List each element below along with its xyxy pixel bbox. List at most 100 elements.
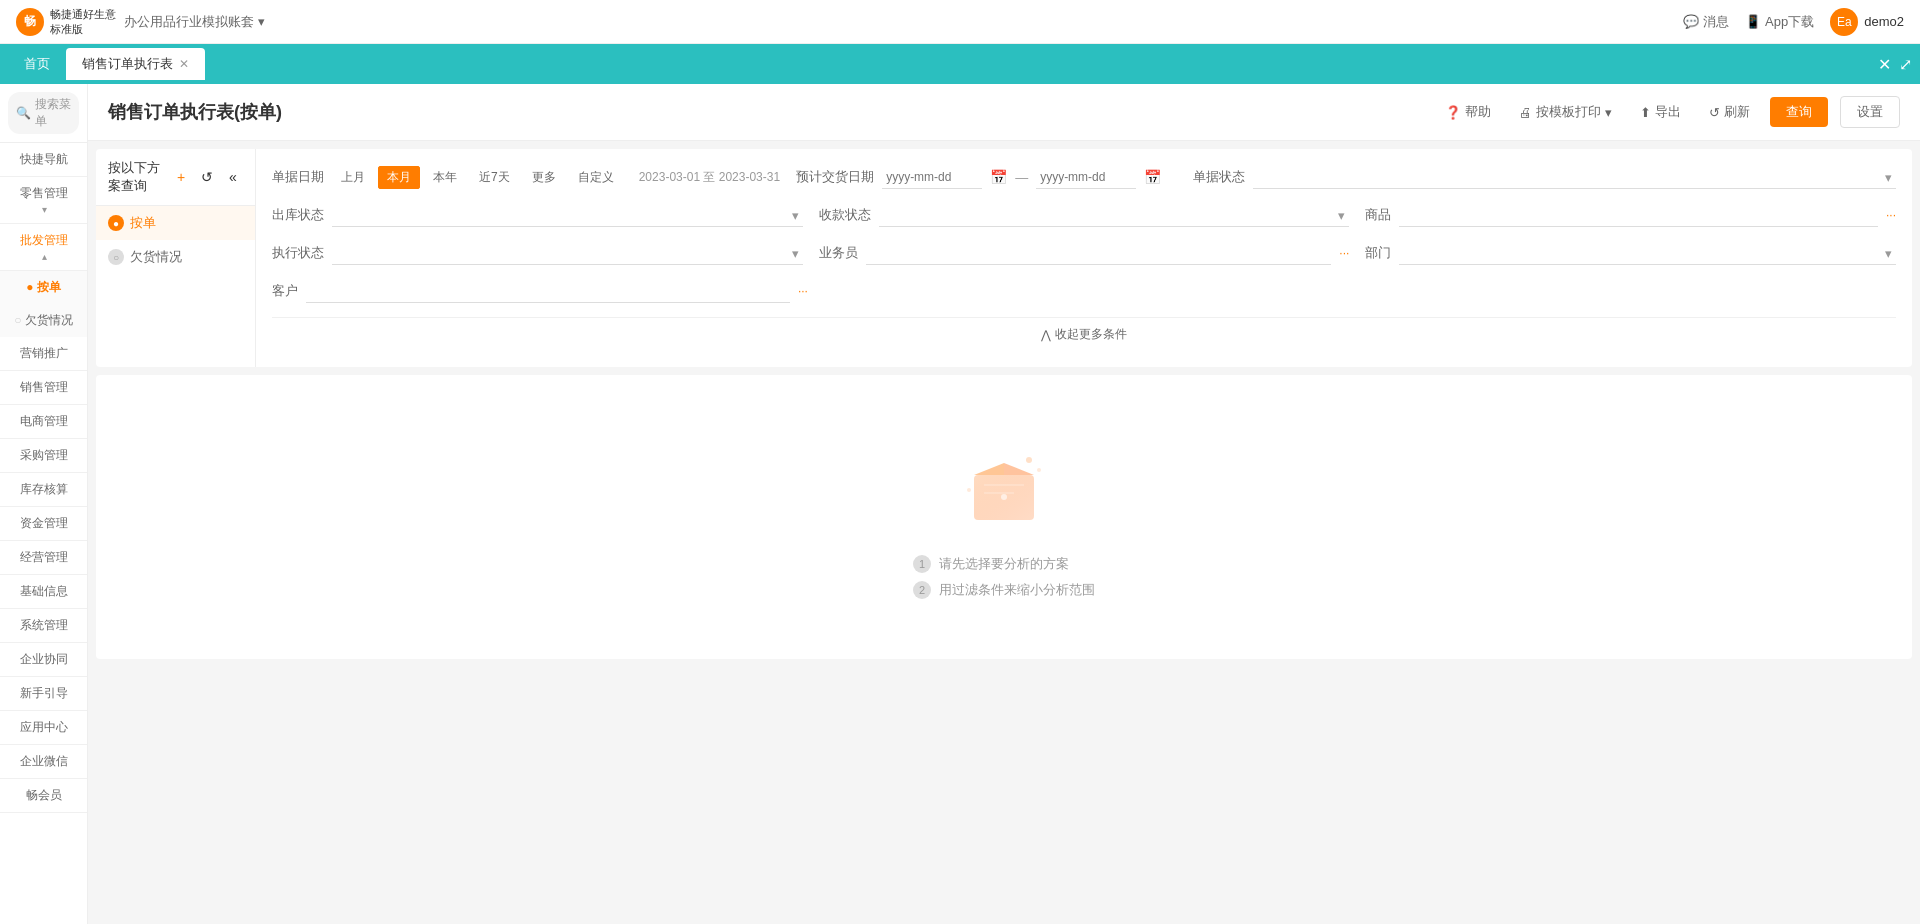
search-menu-button[interactable]: 🔍 搜索菜单: [8, 92, 79, 134]
expected-date-field: 预计交货日期 📅 — 📅: [796, 166, 1161, 189]
department-select[interactable]: [1399, 241, 1896, 265]
step-1-number: 1: [913, 555, 931, 573]
export-button[interactable]: ⬆ 导出: [1632, 99, 1689, 125]
date-separator: —: [1015, 170, 1028, 185]
salesperson-input[interactable]: [866, 241, 1332, 265]
department-field: 部门: [1365, 241, 1896, 265]
sidebar-item-basic[interactable]: 基础信息: [0, 575, 87, 609]
calendar-start-icon[interactable]: 📅: [990, 169, 1007, 185]
sidebar-item-sales[interactable]: 销售管理: [0, 371, 87, 405]
logo-icon: 畅: [16, 8, 44, 36]
sidebar-item-marketing[interactable]: 营销推广: [0, 337, 87, 371]
settings-button[interactable]: 设置: [1840, 96, 1900, 128]
sidebar-item-inventory[interactable]: 库存核算: [0, 473, 87, 507]
doc-status-field: 单据状态: [1193, 165, 1896, 189]
step-2-number: 2: [913, 581, 931, 599]
sidebar-item-wechat[interactable]: 企业微信: [0, 745, 87, 779]
scheme-by-order[interactable]: ● 按单: [96, 206, 255, 240]
date-option-last-month[interactable]: 上月: [332, 166, 374, 189]
sidebar-item-quick-nav[interactable]: 快捷导航: [0, 143, 87, 177]
goods-input[interactable]: [1399, 203, 1878, 227]
sidebar-item-purchase[interactable]: 采购管理: [0, 439, 87, 473]
goods-field: 商品 ···: [1365, 203, 1896, 227]
outbound-status-select[interactable]: [332, 203, 803, 227]
top-header: 畅 畅捷通好生意 标准版 办公用品行业模拟账套 ▾ 💬 消息 📱 App下载 E…: [0, 0, 1920, 44]
sidebar-item-appstore[interactable]: 应用中心: [0, 711, 87, 745]
date-option-this-year[interactable]: 本年: [424, 166, 466, 189]
export-icon: ⬆: [1640, 105, 1651, 120]
svg-point-3: [967, 488, 971, 492]
scheme-icon-active: ●: [108, 215, 124, 231]
window-close-icon[interactable]: ✕: [1878, 55, 1891, 74]
svg-point-2: [1037, 468, 1041, 472]
breadcrumb: 办公用品行业模拟账套 ▾: [124, 13, 265, 31]
svg-point-4: [1001, 494, 1007, 500]
header-left: 畅 畅捷通好生意 标准版 办公用品行业模拟账套 ▾: [16, 7, 265, 36]
customer-input[interactable]: [306, 279, 790, 303]
query-button[interactable]: 查询: [1770, 97, 1828, 127]
exec-status-select[interactable]: [332, 241, 803, 265]
date-option-this-month[interactable]: 本月: [378, 166, 420, 189]
help-icon: ❓: [1445, 105, 1461, 120]
user-area[interactable]: Ea demo2: [1830, 8, 1904, 36]
refresh-scheme-button[interactable]: ↺: [197, 167, 217, 187]
refresh-icon: ↺: [1709, 105, 1720, 120]
app-download-icon: 📱: [1745, 14, 1761, 29]
sidebar-sub-item-by-order[interactable]: ● 按单: [0, 271, 87, 304]
collapse-scheme-button[interactable]: «: [223, 167, 243, 187]
filter-sidebar-header: 按以下方案查询 + ↺ «: [96, 149, 255, 206]
collection-status-select[interactable]: [879, 203, 1350, 227]
goods-more-button[interactable]: ···: [1886, 208, 1896, 222]
sidebar-item-operation[interactable]: 经营管理: [0, 541, 87, 575]
sidebar: 🔍 搜索菜单 快捷导航 零售管理 ▾ 批发管理 ▴ ● 按单 ○ 欠货情况 营销…: [0, 84, 88, 924]
window-maximize-icon[interactable]: ⤢: [1899, 55, 1912, 74]
refresh-button[interactable]: ↺ 刷新: [1701, 99, 1758, 125]
salesperson-more-button[interactable]: ···: [1339, 246, 1349, 260]
outbound-status-field: 出库状态: [272, 203, 803, 227]
filter-row-2: 出库状态 收款状态: [272, 203, 1896, 227]
customer-field: 客户 ···: [272, 279, 808, 303]
expected-date-start-input[interactable]: [882, 166, 982, 189]
tab-bar: 首页 销售订单执行表 ✕ ✕ ⤢: [0, 44, 1920, 84]
filter-sidebar: 按以下方案查询 + ↺ « ● 按单 ○ 欠货情况: [96, 149, 256, 367]
empty-step-2: 2 用过滤条件来缩小分析范围: [913, 581, 1095, 599]
tab-home[interactable]: 首页: [8, 48, 66, 80]
print-arrow-icon: ▾: [1605, 105, 1612, 120]
scheme-debt-status[interactable]: ○ 欠货情况: [96, 240, 255, 274]
sidebar-item-wholesale[interactable]: 批发管理 ▴: [0, 224, 87, 271]
template-print-button[interactable]: 🖨 按模板打印 ▾: [1511, 99, 1620, 125]
sidebar-item-system[interactable]: 系统管理: [0, 609, 87, 643]
help-button[interactable]: ❓ 帮助: [1437, 99, 1499, 125]
date-option-7days[interactable]: 近7天: [470, 166, 519, 189]
scheme-icon-inactive: ○: [108, 249, 124, 265]
empty-steps: 1 请先选择要分析的方案 2 用过滤条件来缩小分析范围: [913, 555, 1095, 599]
add-scheme-button[interactable]: +: [171, 167, 191, 187]
customer-label: 客户: [272, 282, 298, 300]
filter-row-3: 执行状态 业务员 ··· 部门: [272, 241, 1896, 265]
salesperson-field: 业务员 ···: [819, 241, 1350, 265]
tab-sales-order[interactable]: 销售订单执行表 ✕: [66, 48, 205, 80]
expected-date-end-input[interactable]: [1036, 166, 1136, 189]
calendar-end-icon[interactable]: 📅: [1144, 169, 1161, 185]
search-icon: 🔍: [16, 106, 31, 120]
sidebar-item-newbie[interactable]: 新手引导: [0, 677, 87, 711]
message-button[interactable]: 💬 消息: [1683, 13, 1729, 31]
sidebar-sub-item-debt[interactable]: ○ 欠货情况: [0, 304, 87, 337]
sidebar-item-finance[interactable]: 资金管理: [0, 507, 87, 541]
date-option-more[interactable]: 更多: [523, 166, 565, 189]
collapse-filter-button[interactable]: ⋀ 收起更多条件: [272, 317, 1896, 351]
sidebar-item-member[interactable]: 畅会员: [0, 779, 87, 813]
customer-more-button[interactable]: ···: [798, 284, 808, 298]
breadcrumb-arrow-icon[interactable]: ▾: [258, 14, 265, 29]
sidebar-item-retail[interactable]: 零售管理 ▾: [0, 177, 87, 224]
date-option-custom[interactable]: 自定义: [569, 166, 623, 189]
sidebar-item-ecommerce[interactable]: 电商管理: [0, 405, 87, 439]
app-download-button[interactable]: 📱 App下载: [1745, 13, 1814, 31]
sidebar-item-enterprise[interactable]: 企业协同: [0, 643, 87, 677]
message-icon: 💬: [1683, 14, 1699, 29]
sidebar-search-area: 🔍 搜索菜单: [0, 84, 87, 143]
svg-point-1: [1026, 457, 1032, 463]
tab-close-icon[interactable]: ✕: [179, 57, 189, 71]
doc-status-select[interactable]: [1253, 165, 1896, 189]
expected-date-label: 预计交货日期: [796, 168, 874, 186]
